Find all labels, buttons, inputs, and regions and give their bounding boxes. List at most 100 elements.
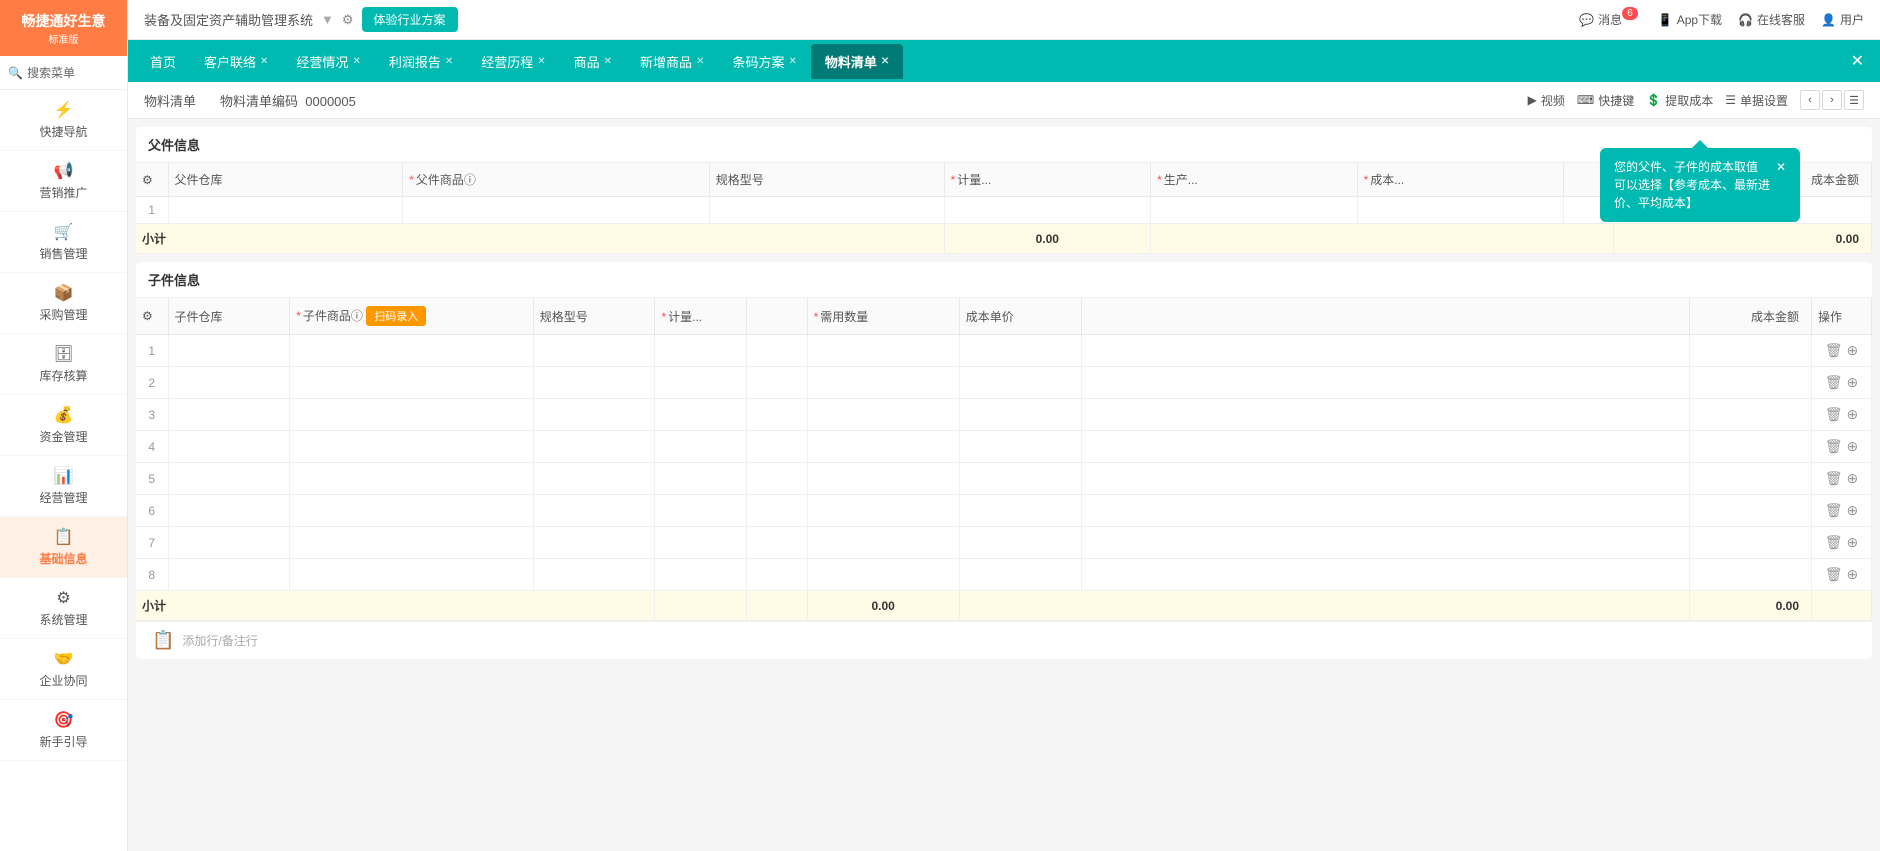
user-btn[interactable]: 👤 用户 xyxy=(1821,11,1864,28)
child-row-unit-cost-8[interactable] xyxy=(959,559,1081,591)
child-row-warehouse-8[interactable] xyxy=(168,559,290,591)
child-row-spec-8[interactable] xyxy=(533,559,655,591)
child-row-cost-amount-8[interactable] xyxy=(1690,559,1812,591)
child-row-warehouse-5[interactable] xyxy=(168,463,290,495)
close-bom-tab[interactable]: ✕ xyxy=(881,56,889,67)
delete-row-2-btn[interactable]: 🗑 xyxy=(1825,374,1843,391)
child-row-unit-cost-1[interactable] xyxy=(959,335,1081,367)
tab-home[interactable]: 首页 xyxy=(136,44,190,79)
child-row-cost-amount-3[interactable] xyxy=(1690,399,1812,431)
child-row-qty-1[interactable] xyxy=(807,335,959,367)
copy-row-2-btn[interactable]: ⊕ xyxy=(1847,374,1859,391)
parent-row-warehouse-1[interactable] xyxy=(168,197,403,224)
child-row-unit-cost-6[interactable] xyxy=(959,495,1081,527)
sidebar-item-marketing[interactable]: 📢 营销推广 xyxy=(0,151,127,212)
close-customer-tab[interactable]: ✕ xyxy=(260,56,268,67)
parent-row-item-1[interactable] xyxy=(403,197,710,224)
child-row-unit-cost-4[interactable] xyxy=(959,431,1081,463)
close-new-goods-tab[interactable]: ✕ xyxy=(696,56,704,67)
parent-row-spec-1[interactable] xyxy=(709,197,944,224)
child-row-item-6[interactable] xyxy=(290,495,533,527)
child-row-unit-3[interactable] xyxy=(655,399,746,431)
child-row-item-1[interactable] xyxy=(290,335,533,367)
child-row-unit-1[interactable] xyxy=(655,335,746,367)
sidebar-item-quick-nav[interactable]: ⚡ 快捷导航 xyxy=(0,90,127,151)
copy-row-3-btn[interactable]: ⊕ xyxy=(1847,406,1859,423)
child-row-qty-4[interactable] xyxy=(807,431,959,463)
parent-row-produce-1[interactable] xyxy=(1151,197,1358,224)
child-row-warehouse-4[interactable] xyxy=(168,431,290,463)
next-arrow[interactable]: › xyxy=(1822,90,1842,110)
child-row-cost-amount-7[interactable] xyxy=(1690,527,1812,559)
prev-arrow[interactable]: ‹ xyxy=(1800,90,1820,110)
sidebar-item-basic-info[interactable]: 📋 基础信息 xyxy=(0,517,127,578)
sidebar-item-sales[interactable]: 🛒 销售管理 xyxy=(0,212,127,273)
close-all-tabs[interactable]: ✕ xyxy=(1843,47,1872,75)
child-row-warehouse-3[interactable] xyxy=(168,399,290,431)
copy-row-5-btn[interactable]: ⊕ xyxy=(1847,470,1859,487)
tab-customer[interactable]: 客户联络 ✕ xyxy=(190,44,282,79)
tab-operations-status[interactable]: 经营情况 ✕ xyxy=(282,44,374,79)
child-row-spec-3[interactable] xyxy=(533,399,655,431)
child-row-qty-7[interactable] xyxy=(807,527,959,559)
child-col-gear[interactable]: ⚙ xyxy=(136,298,168,335)
child-row-qty-2[interactable] xyxy=(807,367,959,399)
copy-row-1-btn[interactable]: ⊕ xyxy=(1847,342,1859,359)
message-btn[interactable]: 💬 消息 6 xyxy=(1579,11,1642,28)
trial-button[interactable]: 体验行业方案 xyxy=(362,7,458,32)
add-row-icon[interactable]: 📋 xyxy=(152,630,174,651)
tab-barcode[interactable]: 条码方案 ✕ xyxy=(718,44,810,79)
sidebar-item-system[interactable]: ⚙ 系统管理 xyxy=(0,578,127,639)
sidebar-item-finance[interactable]: 💰 资金管理 xyxy=(0,395,127,456)
child-row-cost-amount-2[interactable] xyxy=(1690,367,1812,399)
child-row-cost-amount-1[interactable] xyxy=(1690,335,1812,367)
child-row-warehouse-7[interactable] xyxy=(168,527,290,559)
child-row-unit-cost-5[interactable] xyxy=(959,463,1081,495)
child-row-spec-2[interactable] xyxy=(533,367,655,399)
child-row-spec-7[interactable] xyxy=(533,527,655,559)
tooltip-close-btn[interactable]: ✕ xyxy=(1776,158,1786,176)
view-video-btn[interactable]: ▶ 视频 xyxy=(1528,92,1565,109)
child-row-warehouse-1[interactable] xyxy=(168,335,290,367)
child-row-spec-6[interactable] xyxy=(533,495,655,527)
search-menu-item[interactable]: 🔍 搜索菜单 xyxy=(0,56,127,90)
child-row-unit-cost-3[interactable] xyxy=(959,399,1081,431)
child-row-unit-cost-7[interactable] xyxy=(959,527,1081,559)
parent-col-gear[interactable]: ⚙ xyxy=(136,163,168,197)
child-row-qty-8[interactable] xyxy=(807,559,959,591)
grid-view-btn[interactable]: ☰ xyxy=(1844,90,1864,110)
online-service-btn[interactable]: 🎧 在线客服 xyxy=(1738,11,1805,28)
child-row-item-4[interactable] xyxy=(290,431,533,463)
tab-profit[interactable]: 利润报告 ✕ xyxy=(375,44,467,79)
parent-row-cost-type-1[interactable] xyxy=(1357,197,1564,224)
copy-row-7-btn[interactable]: ⊕ xyxy=(1847,534,1859,551)
tab-goods[interactable]: 商品 ✕ xyxy=(560,44,626,79)
child-row-spec-1[interactable] xyxy=(533,335,655,367)
child-row-item-7[interactable] xyxy=(290,527,533,559)
child-row-unit-7[interactable] xyxy=(655,527,746,559)
child-row-unit-5[interactable] xyxy=(655,463,746,495)
child-row-item-8[interactable] xyxy=(290,559,533,591)
copy-row-4-btn[interactable]: ⊕ xyxy=(1847,438,1859,455)
close-history-tab[interactable]: ✕ xyxy=(537,56,545,67)
delete-row-7-btn[interactable]: 🗑 xyxy=(1825,534,1843,551)
tab-history[interactable]: 经营历程 ✕ xyxy=(467,44,559,79)
child-row-cost-amount-5[interactable] xyxy=(1690,463,1812,495)
sidebar-item-guide[interactable]: 🎯 新手引导 xyxy=(0,700,127,761)
close-goods-tab[interactable]: ✕ xyxy=(604,56,612,67)
copy-row-8-btn[interactable]: ⊕ xyxy=(1847,566,1859,583)
child-row-unit-6[interactable] xyxy=(655,495,746,527)
delete-row-3-btn[interactable]: 🗑 xyxy=(1825,406,1843,423)
child-row-cost-amount-4[interactable] xyxy=(1690,431,1812,463)
child-row-spec-5[interactable] xyxy=(533,463,655,495)
child-row-qty-5[interactable] xyxy=(807,463,959,495)
child-row-qty-6[interactable] xyxy=(807,495,959,527)
app-download-btn[interactable]: 📱 App下载 xyxy=(1658,11,1722,28)
delete-row-8-btn[interactable]: 🗑 xyxy=(1825,566,1843,583)
child-row-item-5[interactable] xyxy=(290,463,533,495)
scan-btn[interactable]: 扫码录入 xyxy=(366,306,426,326)
parent-row-unit-1[interactable] xyxy=(944,197,1151,224)
child-row-warehouse-6[interactable] xyxy=(168,495,290,527)
sidebar-item-collab[interactable]: 🤝 企业协同 xyxy=(0,639,127,700)
sidebar-item-purchase[interactable]: 📦 采购管理 xyxy=(0,273,127,334)
